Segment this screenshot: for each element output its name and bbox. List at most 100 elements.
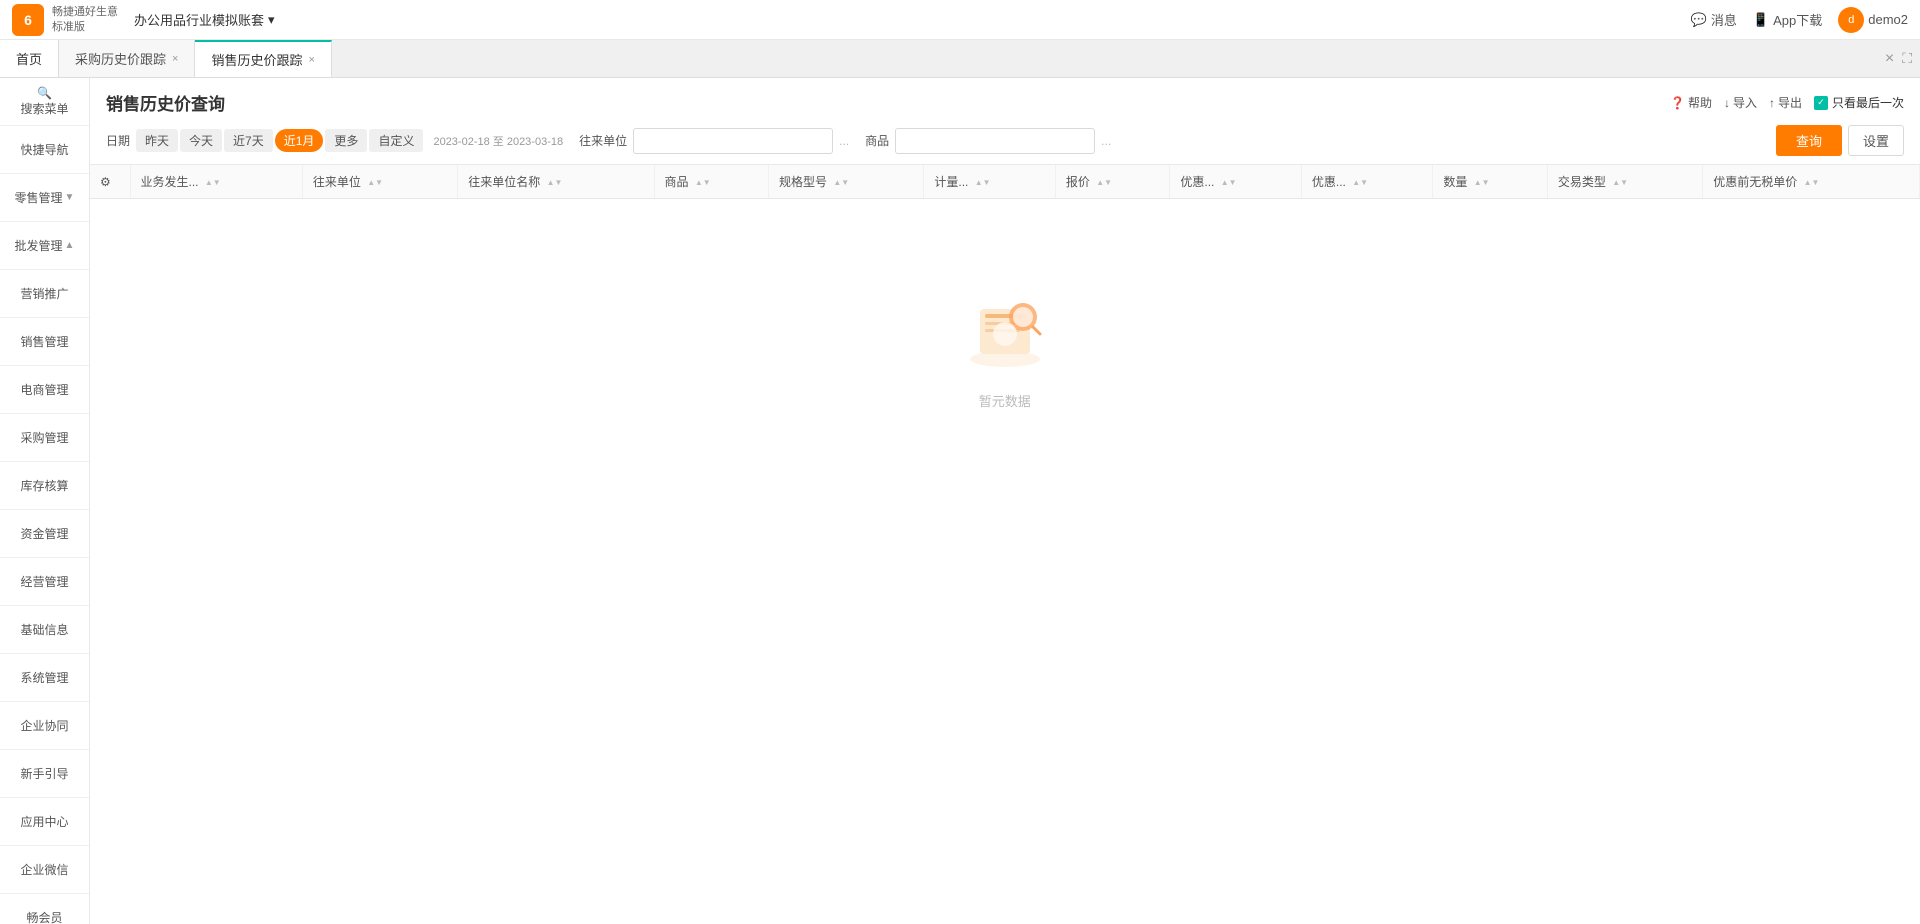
tab-bar: 首页 采购历史价跟踪 × 销售历史价跟踪 × × ⛶ (0, 40, 1920, 78)
sidebar-item-finance[interactable]: 资金管理 (0, 510, 89, 558)
page-title: 销售历史价查询 (106, 90, 225, 115)
message-action[interactable]: 💬 消息 (1691, 10, 1737, 29)
header-right: 💬 消息 📱 App下载 d demo2 (1691, 7, 1908, 33)
download-icon: 📱 (1753, 12, 1769, 28)
logo-icon: 6 (12, 4, 44, 36)
dropdown-icon: ▾ (268, 12, 275, 28)
tab-bar-close-icon[interactable]: × (1885, 50, 1894, 68)
date-range-text: 2023-02-18 至 2023-03-18 (433, 133, 563, 149)
sidebar-item-ecommerce[interactable]: 电商管理 (0, 366, 89, 414)
message-icon: 💬 (1691, 12, 1707, 28)
sidebar-item-guide[interactable]: 新手引导 (0, 750, 89, 798)
th-partner-code[interactable]: 往来单位 ▲▼ (302, 165, 457, 199)
page-actions: ❓ 帮助 ↓ 导入 ↑ 导出 ✓ 只看最后一次 (1670, 94, 1904, 111)
query-button[interactable]: 查询 (1776, 125, 1842, 156)
filter-actions: 查询 设置 (1776, 125, 1904, 156)
help-icon: ❓ (1670, 96, 1685, 110)
partner-filter-group: 往来单位 ... (579, 128, 849, 154)
wholesale-arrow-icon: ▲ (65, 240, 75, 251)
product-filter-group: 商品 ... (865, 128, 1111, 154)
only-last-checkbox[interactable]: ✓ 只看最后一次 (1814, 94, 1904, 111)
sort-icon-8: ▲▼ (1352, 178, 1368, 187)
sidebar-item-retail[interactable]: 零售管理 ▼ (0, 174, 89, 222)
sidebar-item-search[interactable]: 🔍 搜索菜单 (0, 78, 89, 126)
tab-bar-actions: × ⛶ (1877, 40, 1920, 77)
date-btn-1month[interactable]: 近1月 (275, 129, 324, 152)
th-partner-name[interactable]: 往来单位名称 ▲▼ (458, 165, 654, 199)
product-input[interactable] (895, 128, 1095, 154)
data-table: ⚙ 业务发生... ▲▼ 往来单位 ▲▼ 往来单位名称 ▲▼ (90, 165, 1920, 490)
tab-purchase-close[interactable]: × (172, 53, 178, 65)
th-discount1[interactable]: 优惠... ▲▼ (1170, 165, 1302, 199)
th-transaction-type[interactable]: 交易类型 ▲▼ (1547, 165, 1702, 199)
date-buttons: 昨天 今天 近7天 近1月 更多 自定义 (136, 129, 423, 152)
sidebar-item-quicknav[interactable]: 快捷导航 (0, 126, 89, 174)
tab-bar-expand-icon[interactable]: ⛶ (1902, 50, 1912, 67)
sidebar-item-purchase[interactable]: 采购管理 (0, 414, 89, 462)
sort-icon-3: ▲▼ (695, 178, 711, 187)
sort-icon-2: ▲▼ (547, 178, 563, 187)
th-quantity[interactable]: 数量 ▲▼ (1433, 165, 1547, 199)
th-spec[interactable]: 规格型号 ▲▼ (769, 165, 924, 199)
sidebar-item-enterprise-wechat[interactable]: 企业微信 (0, 846, 89, 894)
tab-sales-close[interactable]: × (308, 54, 314, 66)
sort-icon-9: ▲▼ (1474, 178, 1490, 187)
date-filter-group: 日期 昨天 今天 近7天 近1月 更多 自定义 2023-02-18 至 202… (106, 129, 563, 152)
th-business-date[interactable]: 业务发生... ▲▼ (130, 165, 302, 199)
th-settings[interactable]: ⚙ (90, 165, 130, 199)
sort-icon-0: ▲▼ (205, 178, 221, 187)
th-discount2[interactable]: 优惠... ▲▼ (1301, 165, 1433, 199)
tab-purchase-history[interactable]: 采购历史价跟踪 × (59, 40, 195, 77)
import-icon: ↓ (1724, 96, 1730, 110)
top-header: 6 畅捷通好生意 标准版 办公用品行业模拟账套 ▾ 💬 消息 📱 App下载 d… (0, 0, 1920, 40)
sidebar-item-basic-info[interactable]: 基础信息 (0, 606, 89, 654)
help-action[interactable]: ❓ 帮助 (1670, 94, 1712, 111)
partner-input[interactable] (633, 128, 833, 154)
sidebar-item-enterprise-collab[interactable]: 企业协同 (0, 702, 89, 750)
date-btn-more[interactable]: 更多 (325, 129, 367, 152)
search-menu-icon: 🔍 (37, 86, 52, 100)
sidebar-item-inventory[interactable]: 库存核算 (0, 462, 89, 510)
partner-dots[interactable]: ... (839, 134, 849, 148)
sidebar-item-marketing[interactable]: 营销推广 (0, 270, 89, 318)
filter-row: 日期 昨天 今天 近7天 近1月 更多 自定义 2023-02-18 至 202… (106, 125, 1904, 156)
sidebar-item-member[interactable]: 畅会员 (0, 894, 89, 924)
user-action[interactable]: d demo2 (1838, 7, 1908, 33)
retail-arrow-icon: ▼ (65, 192, 75, 203)
tab-home[interactable]: 首页 (0, 40, 59, 77)
sort-icon-1: ▲▼ (367, 178, 383, 187)
app-selector[interactable]: 办公用品行业模拟账套 ▾ (126, 6, 283, 33)
empty-state: 暂元数据 (90, 199, 1920, 490)
export-icon: ↑ (1769, 96, 1775, 110)
date-btn-today[interactable]: 今天 (180, 129, 222, 152)
th-product[interactable]: 商品 ▲▼ (654, 165, 768, 199)
sort-icon-5: ▲▼ (975, 178, 991, 187)
tab-sales-history[interactable]: 销售历史价跟踪 × (195, 40, 331, 77)
page-title-row: 销售历史价查询 ❓ 帮助 ↓ 导入 ↑ 导出 ✓ (106, 90, 1904, 115)
import-action[interactable]: ↓ 导入 (1724, 94, 1757, 111)
empty-state-icon (955, 279, 1055, 379)
date-btn-yesterday[interactable]: 昨天 (136, 129, 178, 152)
date-btn-7days[interactable]: 近7天 (224, 129, 273, 152)
content-area: 销售历史价查询 ❓ 帮助 ↓ 导入 ↑ 导出 ✓ (90, 78, 1920, 924)
sidebar-item-sales[interactable]: 销售管理 (0, 318, 89, 366)
table-area: ⚙ 业务发生... ▲▼ 往来单位 ▲▼ 往来单位名称 ▲▼ (90, 165, 1920, 924)
sidebar-item-wholesale[interactable]: 批发管理 ▲ (0, 222, 89, 270)
th-pretax-price[interactable]: 优惠前无税单价 ▲▼ (1703, 165, 1920, 199)
sidebar-item-app-center[interactable]: 应用中心 (0, 798, 89, 846)
sort-icon-7: ▲▼ (1221, 178, 1237, 187)
app-download-action[interactable]: 📱 App下载 (1753, 10, 1822, 29)
empty-text: 暂元数据 (979, 391, 1031, 410)
sidebar: 🔍 搜索菜单 快捷导航 零售管理 ▼ 批发管理 ▲ 营销推广 销售管理 电商管理… (0, 78, 90, 924)
sort-icon-11: ▲▼ (1804, 178, 1820, 187)
sidebar-item-system[interactable]: 系统管理 (0, 654, 89, 702)
header-left: 6 畅捷通好生意 标准版 办公用品行业模拟账套 ▾ (12, 4, 283, 36)
checkbox-icon: ✓ (1814, 96, 1828, 110)
product-dots[interactable]: ... (1101, 134, 1111, 148)
date-btn-custom[interactable]: 自定义 (369, 129, 423, 152)
sidebar-item-operations[interactable]: 经营管理 (0, 558, 89, 606)
settings-button[interactable]: 设置 (1848, 125, 1904, 156)
th-price[interactable]: 报价 ▲▼ (1055, 165, 1169, 199)
export-action[interactable]: ↑ 导出 (1769, 94, 1802, 111)
th-unit[interactable]: 计量... ▲▼ (924, 165, 1056, 199)
